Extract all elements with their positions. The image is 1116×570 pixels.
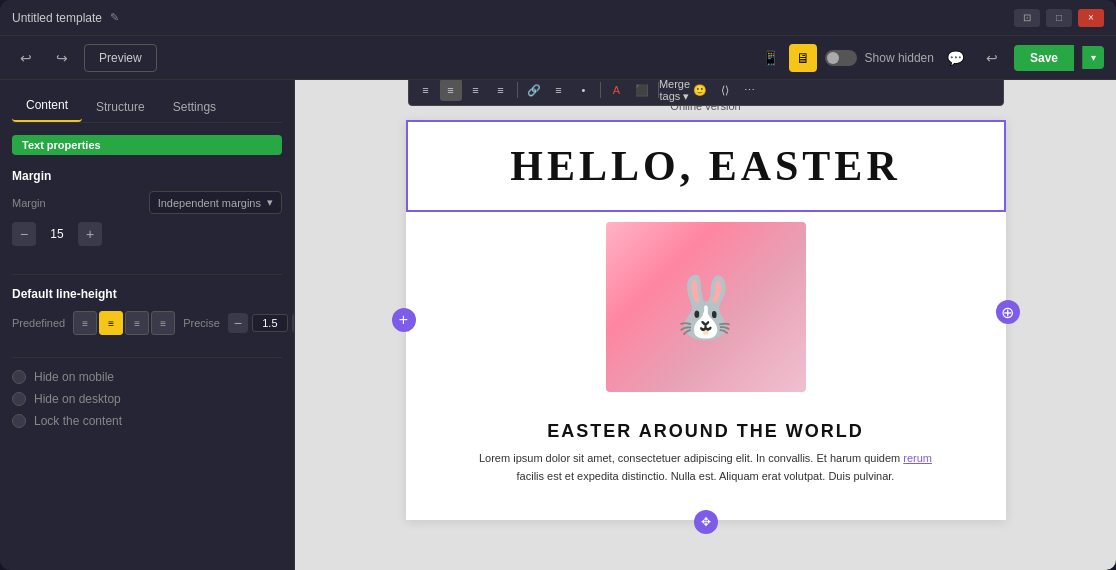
- main-content: Content Structure Settings Text properti…: [0, 80, 1116, 570]
- mobile-view-btn[interactable]: 📱: [757, 44, 785, 72]
- heading-text[interactable]: HELLO, EASTER: [408, 122, 1004, 210]
- section-divider-2: [12, 357, 282, 358]
- emoji-btn[interactable]: 🙂: [689, 80, 711, 101]
- margin-value-input[interactable]: [42, 227, 72, 241]
- app-window: Untitled template ✎ ⊡ □ × ↩ ↪ Preview 📱 …: [0, 0, 1116, 570]
- sidebar: Content Structure Settings Text properti…: [0, 80, 295, 570]
- lorem-text: Lorem ipsum dolor sit amet, consectetuer…: [406, 450, 1006, 505]
- add-block-right-handle[interactable]: ⊕: [996, 300, 1020, 324]
- align-center-btn[interactable]: ≡: [440, 80, 462, 101]
- lh-precise-input[interactable]: [252, 314, 288, 332]
- margin-input-row: − +: [12, 222, 282, 246]
- align-justify-btn[interactable]: ≡: [490, 80, 512, 101]
- bg-color-btn[interactable]: ⬛: [631, 80, 653, 101]
- preview-btn[interactable]: Preview: [84, 44, 157, 72]
- list-btn[interactable]: ≡: [548, 80, 570, 101]
- option-hide-mobile: Hide on mobile: [12, 370, 282, 384]
- easter-image[interactable]: [606, 222, 806, 392]
- hide-mobile-radio[interactable]: [12, 370, 26, 384]
- text-color-btn[interactable]: A: [606, 80, 628, 101]
- lorem-link[interactable]: rerum: [903, 452, 932, 464]
- precise-row: − +: [228, 313, 295, 333]
- heading-block[interactable]: Heading 1 Heading 2 Paragraph Verdana Ar…: [406, 120, 1006, 212]
- code-btn[interactable]: ⟨⟩: [714, 80, 736, 101]
- show-hidden-label: Show hidden: [865, 51, 934, 65]
- canvas-area: Online version + ⊕ Heading 1: [295, 80, 1116, 570]
- merge-tags-btn[interactable]: Merge tags ▾: [664, 80, 686, 101]
- predefined-label: Predefined: [12, 317, 65, 329]
- email-canvas: Heading 1 Heading 2 Paragraph Verdana Ar…: [406, 120, 1006, 520]
- lh-preset-loose-btn[interactable]: ≡: [151, 311, 175, 335]
- text-properties-badge: Text properties: [12, 135, 282, 155]
- lh-preset-normal-btn[interactable]: ≡: [99, 311, 123, 335]
- align-right-btn[interactable]: ≡: [465, 80, 487, 101]
- comments-btn[interactable]: 💬: [942, 44, 970, 72]
- undo-btn[interactable]: ↩: [12, 44, 40, 72]
- hide-desktop-label: Hide on desktop: [34, 392, 121, 406]
- window-close-btn[interactable]: ×: [1078, 9, 1104, 27]
- more-btn[interactable]: ⋯: [739, 80, 761, 101]
- save-btn[interactable]: Save: [1014, 45, 1074, 71]
- window-minimize-btn[interactable]: ⊡: [1014, 9, 1040, 27]
- line-height-section: Default line-height Predefined ≡ ≡ ≡ ≡ P…: [12, 287, 282, 345]
- redo-btn[interactable]: ↪: [48, 44, 76, 72]
- save-more-btn[interactable]: ▾: [1082, 46, 1104, 69]
- tab-settings[interactable]: Settings: [159, 92, 230, 122]
- device-toggle-group: 📱 🖥: [757, 44, 817, 72]
- edit-icon[interactable]: ✎: [110, 11, 119, 24]
- history-btn[interactable]: ↩: [978, 44, 1006, 72]
- precise-label: Precise: [183, 317, 220, 329]
- line-height-title: Default line-height: [12, 287, 282, 301]
- move-block-handle[interactable]: ✥: [694, 510, 718, 534]
- top-toolbar: ↩ ↪ Preview 📱 🖥 Show hidden 💬 ↩ Save ▾: [0, 36, 1116, 80]
- lh-decrease-btn[interactable]: −: [228, 313, 248, 333]
- desktop-view-btn[interactable]: 🖥: [789, 44, 817, 72]
- option-hide-desktop: Hide on desktop: [12, 392, 282, 406]
- lock-content-radio[interactable]: [12, 414, 26, 428]
- title-bar: Untitled template ✎ ⊡ □ ×: [0, 0, 1116, 36]
- option-lock-content: Lock the content: [12, 414, 282, 428]
- lh-preset-compact-btn[interactable]: ≡: [73, 311, 97, 335]
- text-format-toolbar: Heading 1 Heading 2 Paragraph Verdana Ar…: [408, 80, 1004, 106]
- lh-preset-buttons: ≡ ≡ ≡ ≡: [73, 311, 175, 335]
- show-hidden-toggle[interactable]: [825, 50, 857, 66]
- margin-sub-label: Margin: [12, 197, 46, 209]
- sidebar-tabs: Content Structure Settings: [12, 92, 282, 123]
- section-divider: [12, 274, 282, 275]
- margin-decrease-btn[interactable]: −: [12, 222, 36, 246]
- canvas-wrapper: + ⊕ Heading 1 Heading 2: [406, 120, 1006, 520]
- hide-desktop-radio[interactable]: [12, 392, 26, 406]
- tab-structure[interactable]: Structure: [82, 92, 159, 122]
- independent-margins-btn[interactable]: Independent margins ▾: [149, 191, 282, 214]
- lock-content-label: Lock the content: [34, 414, 122, 428]
- margin-increase-btn[interactable]: +: [78, 222, 102, 246]
- toolbar-row-2: ≡ ≡ ≡ ≡ 🔗 ≡ • A ⬛: [415, 80, 997, 101]
- image-block: [406, 212, 1006, 405]
- window-controls: ⊡ □ ×: [1014, 9, 1104, 27]
- tab-content[interactable]: Content: [12, 92, 82, 122]
- add-block-left-handle[interactable]: +: [392, 308, 416, 332]
- easter-heading[interactable]: EASTER AROUND THE WORLD: [406, 405, 1006, 450]
- window-title: Untitled template: [12, 11, 102, 25]
- link-btn[interactable]: 🔗: [523, 80, 545, 101]
- chevron-down-icon: ▾: [267, 196, 273, 209]
- hide-mobile-label: Hide on mobile: [34, 370, 114, 384]
- align-left-btn[interactable]: ≡: [415, 80, 437, 101]
- margin-option-label: Independent margins: [158, 197, 261, 209]
- bullet-btn[interactable]: •: [573, 80, 595, 101]
- lh-preset-relaxed-btn[interactable]: ≡: [125, 311, 149, 335]
- window-maximize-btn[interactable]: □: [1046, 9, 1072, 27]
- line-height-presets-row: Predefined ≡ ≡ ≡ ≡ Precise − +: [12, 311, 282, 335]
- margin-section-label: Margin: [12, 169, 282, 183]
- margin-row: Margin Independent margins ▾: [12, 191, 282, 214]
